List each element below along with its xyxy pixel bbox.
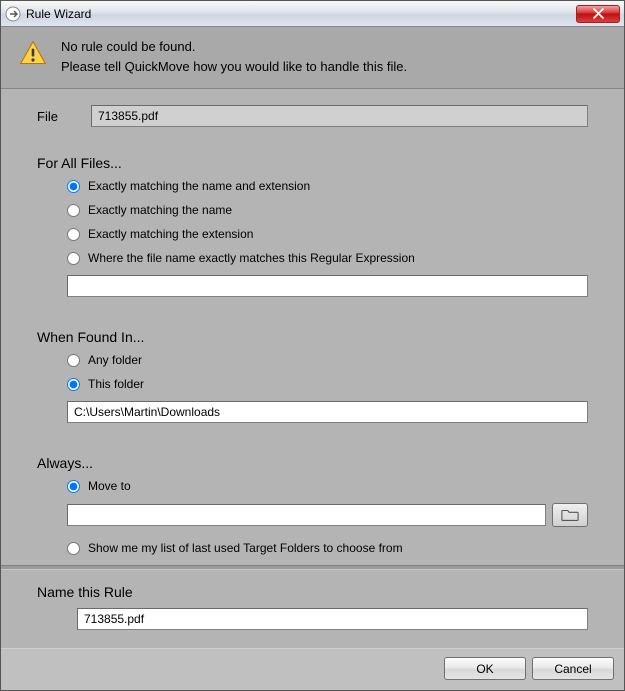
radio-this-folder-label: This folder — [88, 377, 144, 391]
radio-regex[interactable]: Where the file name exactly matches this… — [67, 251, 588, 265]
file-label: File — [37, 109, 71, 124]
radio-move-to[interactable]: Move to — [67, 479, 588, 493]
regex-input[interactable] — [67, 275, 588, 297]
radio-exact-ext-input[interactable] — [67, 228, 80, 241]
radio-exact-ext[interactable]: Exactly matching the extension — [67, 227, 588, 241]
radio-any-folder[interactable]: Any folder — [67, 353, 588, 367]
info-line-2: Please tell QuickMove how you would like… — [61, 57, 407, 77]
name-rule-heading: Name this Rule — [37, 584, 578, 600]
app-icon — [5, 6, 21, 22]
radio-exact-name-input[interactable] — [67, 204, 80, 217]
body-area: File 713855.pdf For All Files... Exactly… — [1, 89, 624, 648]
ok-button[interactable]: OK — [444, 657, 526, 680]
radio-exact-ext-label: Exactly matching the extension — [88, 227, 253, 241]
radio-regex-label: Where the file name exactly matches this… — [88, 251, 415, 265]
warning-icon — [19, 39, 47, 67]
radio-show-list[interactable]: Show me my list of last used Target Fold… — [67, 541, 588, 555]
browse-button[interactable] — [552, 503, 588, 527]
folder-icon — [561, 508, 579, 522]
info-bar: No rule could be found. Please tell Quic… — [1, 27, 624, 89]
window-title: Rule Wizard — [26, 7, 576, 21]
radio-move-to-input[interactable] — [67, 480, 80, 493]
folder-input[interactable] — [67, 401, 588, 423]
radio-exact-name-label: Exactly matching the name — [88, 203, 232, 217]
radio-exact-name-ext-label: Exactly matching the name and extension — [88, 179, 310, 193]
radio-show-list-input[interactable] — [67, 542, 80, 555]
radio-move-to-label: Move to — [88, 479, 131, 493]
found-in-heading: When Found In... — [37, 329, 588, 345]
file-row: File 713855.pdf — [37, 105, 588, 127]
file-name-box: 713855.pdf — [91, 105, 588, 127]
radio-exact-name[interactable]: Exactly matching the name — [67, 203, 588, 217]
footer: OK Cancel — [1, 648, 624, 688]
rule-wizard-window: Rule Wizard No rule could be found. Plea… — [0, 0, 625, 691]
radio-any-folder-label: Any folder — [88, 353, 142, 367]
rule-name-input[interactable] — [77, 608, 588, 630]
for-all-heading: For All Files... — [37, 155, 588, 171]
cancel-button[interactable]: Cancel — [532, 657, 614, 680]
radio-this-folder[interactable]: This folder — [67, 377, 588, 391]
radio-show-list-label: Show me my list of last used Target Fold… — [88, 541, 403, 555]
name-rule-section: Name this Rule — [27, 570, 598, 638]
close-button[interactable] — [576, 5, 620, 23]
titlebar[interactable]: Rule Wizard — [1, 1, 624, 27]
always-heading: Always... — [37, 455, 588, 471]
radio-any-folder-input[interactable] — [67, 354, 80, 367]
radio-regex-input[interactable] — [67, 252, 80, 265]
radio-exact-name-ext-input[interactable] — [67, 180, 80, 193]
info-text: No rule could be found. Please tell Quic… — [61, 37, 407, 76]
radio-this-folder-input[interactable] — [67, 378, 80, 391]
info-line-1: No rule could be found. — [61, 37, 407, 57]
move-to-input[interactable] — [67, 504, 546, 526]
radio-exact-name-ext[interactable]: Exactly matching the name and extension — [67, 179, 588, 193]
